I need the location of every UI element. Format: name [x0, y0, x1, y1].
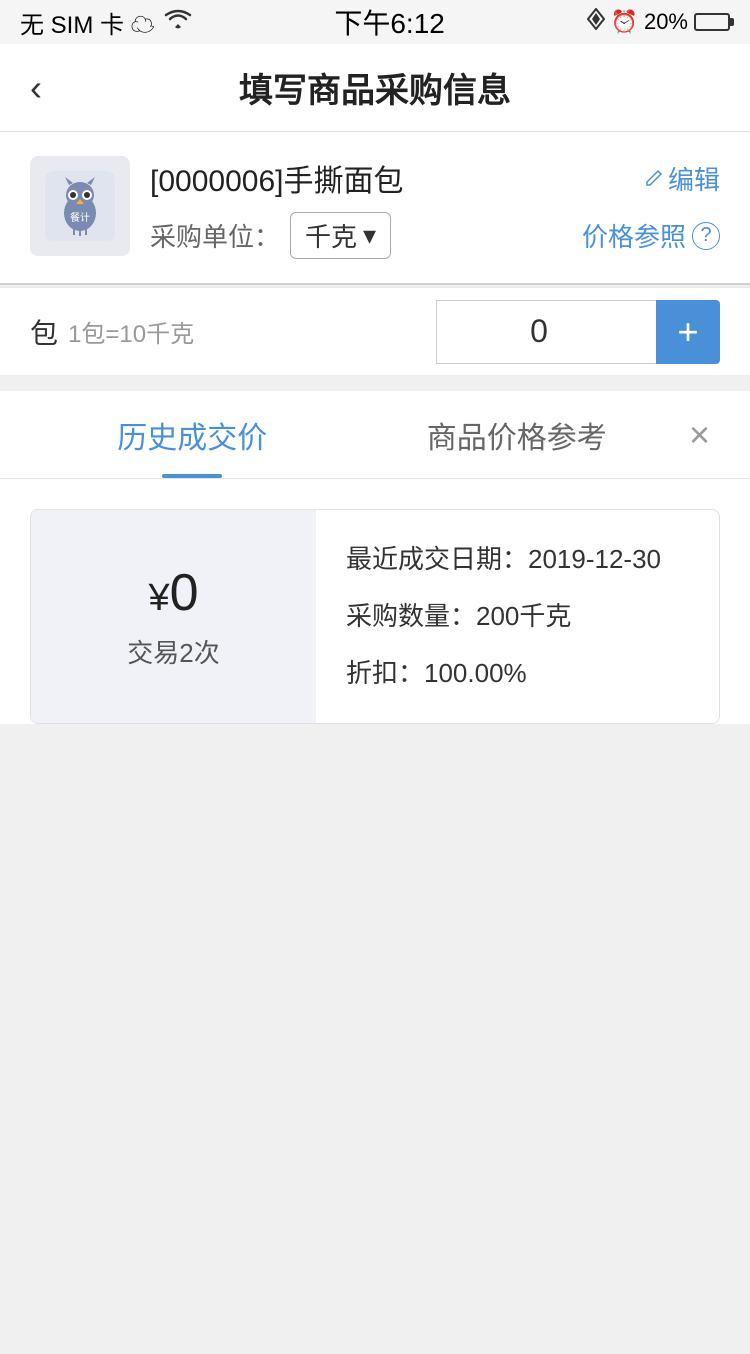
price-card: ¥0 交易2次 最近成交日期：2019-12-30 采购数量：200千克 折扣：…	[30, 509, 720, 724]
qty-row: 采购数量：200千克	[346, 597, 689, 636]
currency-symbol: ¥	[148, 577, 169, 619]
qty-conversion: 1包=10千克	[68, 314, 194, 349]
price-ref-button[interactable]: 价格参照 ?	[582, 217, 720, 254]
tab-history-price[interactable]: 历史成交价	[30, 391, 354, 478]
unit-selector: 采购单位： 千克 ▾	[150, 212, 391, 259]
wifi-icon	[163, 8, 193, 37]
discount-row: 折扣：100.00%	[346, 654, 689, 693]
price-left-panel: ¥0 交易2次	[31, 510, 316, 723]
product-logo: 餐计	[45, 171, 115, 241]
price-amount: ¥0	[148, 563, 198, 623]
quantity-row: 包 1包=10千克 +	[0, 287, 750, 375]
sim-text: 无 SIM 卡 ☁	[20, 5, 155, 40]
alarm-icon: ⏰	[611, 9, 638, 35]
quantity-input-area: +	[436, 300, 720, 364]
price-right-panel: 最近成交日期：2019-12-30 采购数量：200千克 折扣：100.00%	[316, 510, 719, 723]
status-time: 下午6:12	[334, 2, 445, 42]
tab-section: 历史成交价 商品价格参考 × ¥0 交易2次 最近成交日期：2019-12-30…	[0, 391, 750, 724]
recent-date-row: 最近成交日期：2019-12-30	[346, 540, 689, 579]
bottom-area	[0, 754, 750, 1354]
product-bottom-row: 采购单位： 千克 ▾ 价格参照 ?	[150, 212, 720, 259]
product-image: 餐计	[30, 156, 130, 256]
divider	[0, 283, 750, 285]
tab-bar: 历史成交价 商品价格参考 ×	[0, 391, 750, 479]
battery-icon	[694, 13, 730, 31]
tab-active-indicator	[162, 474, 222, 478]
unit-label: 采购单位：	[150, 217, 280, 254]
page-title: 填写商品采购信息	[239, 63, 511, 112]
status-right: ⏰ 20%	[587, 8, 730, 36]
product-top-row: 餐计 [0000006]手撕面包 编辑 采购单位： 千克 ▾	[30, 156, 720, 259]
edit-button[interactable]: 编辑	[644, 160, 720, 197]
help-icon: ?	[692, 222, 720, 250]
quantity-label: 包 1包=10千克	[30, 312, 194, 352]
status-left: 无 SIM 卡 ☁	[20, 5, 193, 40]
location-icon	[587, 8, 605, 36]
product-header: [0000006]手撕面包 编辑	[150, 156, 720, 200]
dropdown-arrow-icon: ▾	[363, 220, 376, 251]
tab-close-button[interactable]: ×	[679, 414, 720, 456]
svg-text:餐计: 餐计	[70, 211, 90, 224]
unit-dropdown[interactable]: 千克 ▾	[290, 212, 391, 259]
battery-percent: 20%	[644, 9, 688, 35]
product-info: [0000006]手撕面包 编辑 采购单位： 千克 ▾ 价格参照 ?	[150, 156, 720, 259]
nav-bar: ‹ 填写商品采购信息	[0, 44, 750, 132]
product-card: 餐计 [0000006]手撕面包 编辑 采购单位： 千克 ▾	[0, 132, 750, 283]
quantity-input[interactable]	[436, 300, 656, 364]
back-button[interactable]: ‹	[30, 67, 90, 109]
tab-product-price-ref[interactable]: 商品价格参考	[354, 391, 678, 478]
product-name: [0000006]手撕面包	[150, 156, 403, 200]
quantity-plus-button[interactable]: +	[656, 300, 720, 364]
status-bar: 无 SIM 卡 ☁ 下午6:12 ⏰ 20%	[0, 0, 750, 44]
qty-unit: 包	[30, 312, 58, 352]
price-trades: 交易2次	[127, 633, 219, 670]
